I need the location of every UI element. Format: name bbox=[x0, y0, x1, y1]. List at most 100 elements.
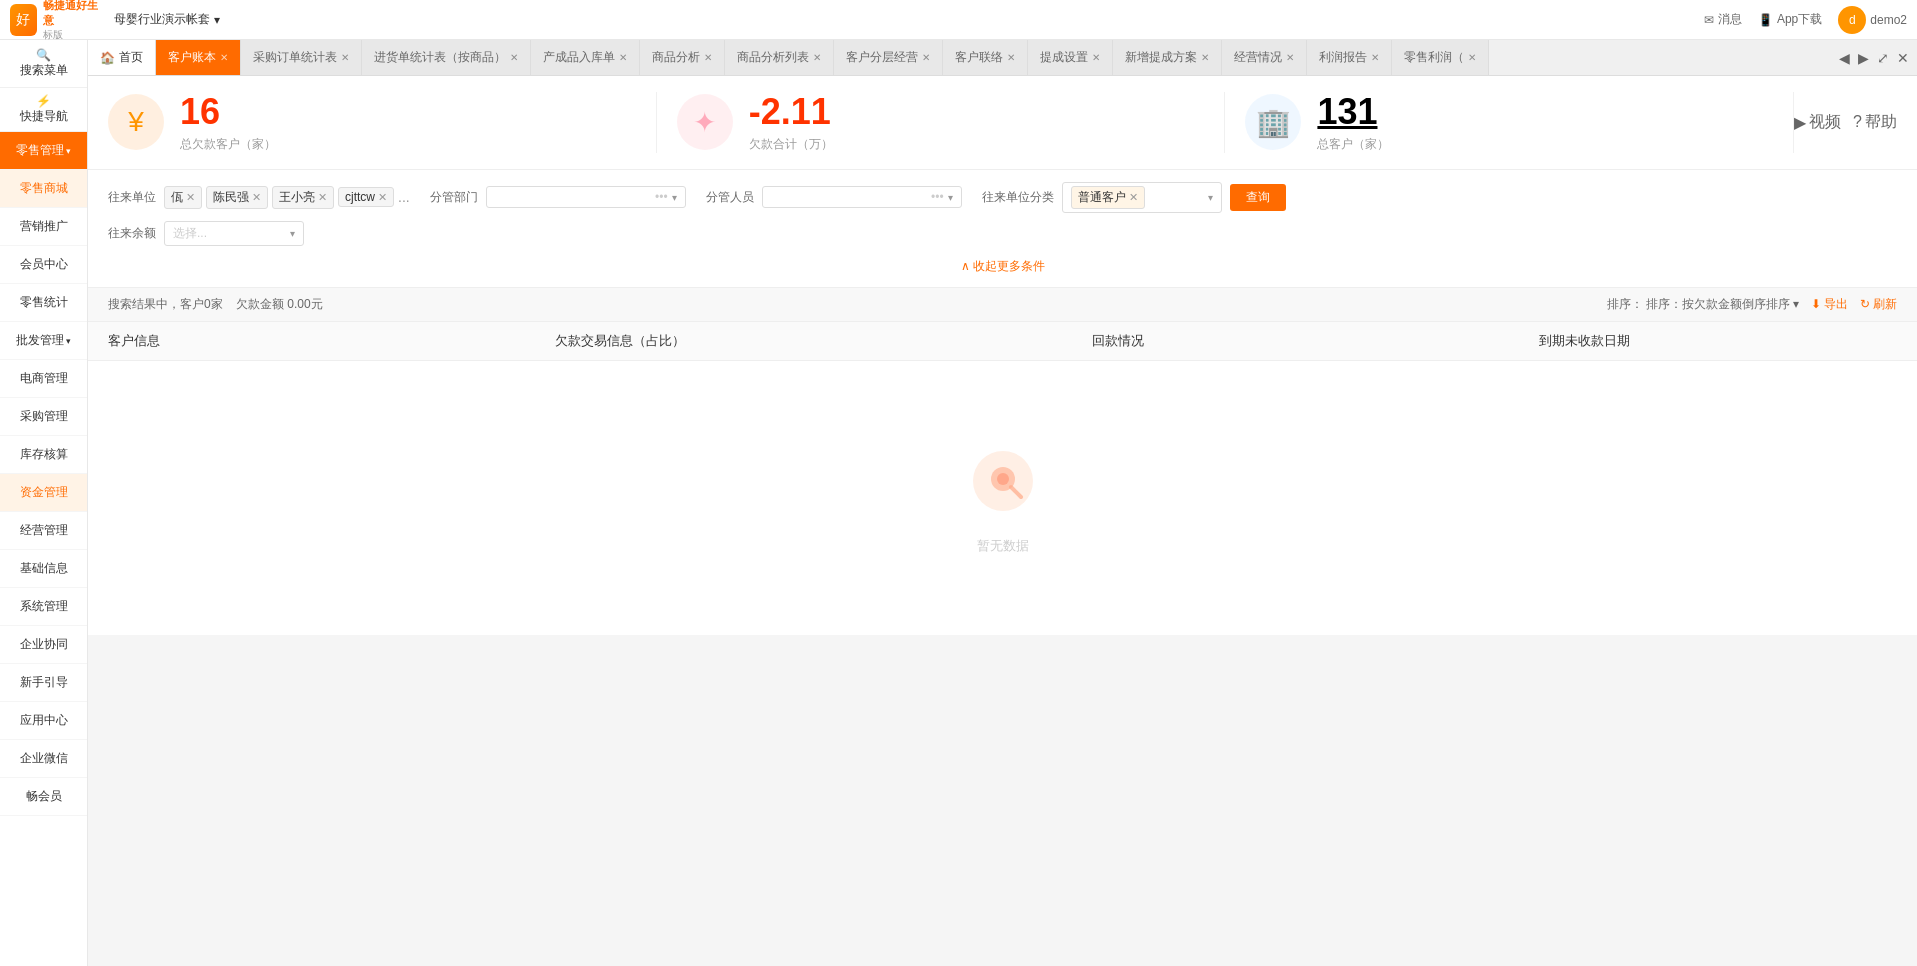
tag-close-icon[interactable]: ✕ bbox=[252, 191, 261, 204]
sort-select[interactable]: 排序： 排序：按欠款金额倒序排序 ▾ bbox=[1607, 296, 1799, 313]
sidebar-item-guide[interactable]: 新手引导 bbox=[0, 664, 87, 702]
filter-manager-select[interactable]: ••• ▾ bbox=[762, 186, 962, 208]
top-bar: 好 畅捷通好生意 标版 母婴行业演示帐套 ▾ ✉ 消息 📱 App下载 d de… bbox=[0, 0, 1917, 40]
filter-balance-label: 往来余额 bbox=[108, 225, 156, 242]
tab-close-icon[interactable]: ✕ bbox=[619, 52, 627, 63]
chevron-down-icon: ▾ bbox=[66, 336, 71, 346]
filter-balance-select[interactable]: 选择... ▾ bbox=[164, 221, 304, 246]
tab-retail-profit[interactable]: 零售利润（ ✕ bbox=[1392, 40, 1489, 76]
phone-icon: 📱 bbox=[1758, 13, 1773, 27]
filter-classify-select[interactable]: 普通客户 ✕ ▾ bbox=[1062, 182, 1222, 213]
sidebar-item-retail-stats[interactable]: 零售统计 bbox=[0, 284, 87, 322]
sidebar-item-retail[interactable]: 零售管理 ▾ bbox=[0, 132, 87, 170]
tab-close-icon[interactable]: ✕ bbox=[1468, 52, 1476, 63]
query-button[interactable]: 查询 bbox=[1230, 184, 1286, 211]
tab-home[interactable]: 🏠 首页 bbox=[88, 40, 156, 76]
tag-close-icon[interactable]: ✕ bbox=[186, 191, 195, 204]
sidebar-nav[interactable]: ⚡ 快捷导航 bbox=[0, 88, 87, 132]
tab-close-icon[interactable]: ✕ bbox=[704, 52, 712, 63]
sidebar-item-finance[interactable]: 资金管理 bbox=[0, 474, 87, 512]
sidebar-search[interactable]: 🔍 搜索菜单 bbox=[0, 40, 87, 88]
sidebar-item-retail-mall[interactable]: 零售商城 bbox=[0, 170, 87, 208]
tab-customer-layer[interactable]: 客户分层经营 ✕ bbox=[834, 40, 943, 76]
account-dropdown[interactable]: 母婴行业演示帐套 ▾ bbox=[106, 11, 228, 28]
tab-close-icon[interactable]: ✕ bbox=[220, 52, 228, 63]
tab-close-icon[interactable]: ✕ bbox=[922, 52, 930, 63]
results-bar-right: 排序： 排序：按欠款金额倒序排序 ▾ ⬇ 导出 ↻ 刷新 bbox=[1607, 296, 1897, 313]
collapse-button[interactable]: ∧ 收起更多条件 bbox=[108, 258, 1897, 275]
tab-expand-icon[interactable]: ⤢ bbox=[1877, 50, 1889, 66]
export-button[interactable]: ⬇ 导出 bbox=[1811, 296, 1848, 313]
stat-total-debt-amount: ✦ -2.11 欠款合计（万） bbox=[657, 92, 1226, 153]
manager-dots-icon: ••• bbox=[931, 190, 944, 204]
sidebar-item-member[interactable]: 畅会员 bbox=[0, 778, 87, 816]
video-help-link[interactable]: ▶ 视频 bbox=[1794, 112, 1841, 133]
chevron-down-icon: ▾ bbox=[214, 13, 220, 27]
filters-section: 往来单位 佤 ✕ 陈民强 ✕ 王小亮 ✕ bbox=[88, 170, 1917, 288]
sidebar: 🔍 搜索菜单 ⚡ 快捷导航 零售管理 ▾ 零售商城 营销推广 会员中心 零售统计… bbox=[0, 40, 88, 966]
tab-product-instock[interactable]: 产成品入库单 ✕ bbox=[531, 40, 640, 76]
filter-tag-unit2[interactable]: 陈民强 ✕ bbox=[206, 186, 268, 209]
tab-next-icon[interactable]: ▶ bbox=[1858, 50, 1869, 66]
tab-goods-analysis-list[interactable]: 商品分析列表 ✕ bbox=[725, 40, 834, 76]
user-avatar-button[interactable]: d demo2 bbox=[1838, 6, 1907, 34]
sidebar-item-system[interactable]: 系统管理 bbox=[0, 588, 87, 626]
sidebar-item-ecommerce[interactable]: 电商管理 bbox=[0, 360, 87, 398]
logo-icon: 好 bbox=[10, 4, 37, 36]
sidebar-item-wholesale[interactable]: 批发管理 ▾ bbox=[0, 322, 87, 360]
tab-close-icon[interactable]: ✕ bbox=[1371, 52, 1379, 63]
tab-purchase-stats[interactable]: 进货单统计表（按商品） ✕ bbox=[362, 40, 531, 76]
tab-prev-icon[interactable]: ◀ bbox=[1839, 50, 1850, 66]
sidebar-item-inventory[interactable]: 库存核算 bbox=[0, 436, 87, 474]
refresh-icon: ↻ bbox=[1860, 297, 1870, 311]
filter-tag-unit1[interactable]: 佤 ✕ bbox=[164, 186, 202, 209]
sort-arrow-icon: ▾ bbox=[1793, 297, 1799, 311]
tab-close-all-icon[interactable]: ✕ bbox=[1897, 50, 1909, 66]
tab-customer-contact[interactable]: 客户联络 ✕ bbox=[943, 40, 1028, 76]
sidebar-item-marketing[interactable]: 营销推广 bbox=[0, 208, 87, 246]
help-link[interactable]: ? 帮助 bbox=[1853, 112, 1897, 133]
stat-value-debtors: 16 bbox=[180, 92, 276, 132]
tab-controls: ◀ ▶ ⤢ ✕ bbox=[1831, 50, 1917, 66]
tab-close-icon[interactable]: ✕ bbox=[1201, 52, 1209, 63]
filter-dept-select[interactable]: ••• ▾ bbox=[486, 186, 686, 208]
tab-close-icon[interactable]: ✕ bbox=[1007, 52, 1015, 63]
tab-commission-settings[interactable]: 提成设置 ✕ bbox=[1028, 40, 1113, 76]
tab-business[interactable]: 经营情况 ✕ bbox=[1222, 40, 1307, 76]
table-section: 客户信息 欠款交易信息（占比） 回款情况 到期未收款日期 暂无数据 bbox=[88, 322, 1917, 635]
tag-close-icon[interactable]: ✕ bbox=[318, 191, 327, 204]
classify-tag[interactable]: 普通客户 ✕ bbox=[1071, 186, 1145, 209]
refresh-button[interactable]: ↻ 刷新 bbox=[1860, 296, 1897, 313]
sidebar-item-membership[interactable]: 会员中心 bbox=[0, 246, 87, 284]
tab-customer-ledger[interactable]: 客户账本 ✕ bbox=[156, 40, 241, 76]
sidebar-item-enterprise[interactable]: 企业协同 bbox=[0, 626, 87, 664]
app-download-button[interactable]: 📱 App下载 bbox=[1758, 11, 1822, 28]
tab-profit-report[interactable]: 利润报告 ✕ bbox=[1307, 40, 1392, 76]
tab-close-icon[interactable]: ✕ bbox=[341, 52, 349, 63]
filter-tag-unit3[interactable]: 王小亮 ✕ bbox=[272, 186, 334, 209]
tab-close-icon[interactable]: ✕ bbox=[813, 52, 821, 63]
filter-tag-unit4[interactable]: cjttcw ✕ bbox=[338, 187, 394, 207]
message-button[interactable]: ✉ 消息 bbox=[1704, 11, 1742, 28]
classify-tag-close-icon[interactable]: ✕ bbox=[1129, 191, 1138, 204]
home-icon: 🏠 bbox=[100, 51, 115, 65]
export-icon: ⬇ bbox=[1811, 297, 1821, 311]
sidebar-item-operations[interactable]: 经营管理 bbox=[0, 512, 87, 550]
sidebar-item-app-center[interactable]: 应用中心 bbox=[0, 702, 87, 740]
more-tags-button[interactable]: ... bbox=[398, 189, 410, 205]
sidebar-item-purchase[interactable]: 采购管理 bbox=[0, 398, 87, 436]
tab-close-icon[interactable]: ✕ bbox=[510, 52, 518, 63]
nav-icon: ⚡ bbox=[36, 94, 51, 108]
tag-close-icon[interactable]: ✕ bbox=[378, 191, 387, 204]
dept-arrow-icon: ▾ bbox=[672, 192, 677, 203]
sidebar-item-wechat[interactable]: 企业微信 bbox=[0, 740, 87, 778]
tab-new-commission[interactable]: 新增提成方案 ✕ bbox=[1113, 40, 1222, 76]
tab-close-icon[interactable]: ✕ bbox=[1092, 52, 1100, 63]
tab-purchase-order[interactable]: 采购订单统计表 ✕ bbox=[241, 40, 362, 76]
logo-area: 好 畅捷通好生意 标版 bbox=[10, 0, 98, 42]
tab-close-icon[interactable]: ✕ bbox=[1286, 52, 1294, 63]
tab-goods-analysis[interactable]: 商品分析 ✕ bbox=[640, 40, 725, 76]
table-col-debt-info: 欠款交易信息（占比） bbox=[555, 332, 1092, 350]
table-col-date-info: 到期未收款日期 bbox=[1539, 332, 1897, 350]
sidebar-item-basic-info[interactable]: 基础信息 bbox=[0, 550, 87, 588]
